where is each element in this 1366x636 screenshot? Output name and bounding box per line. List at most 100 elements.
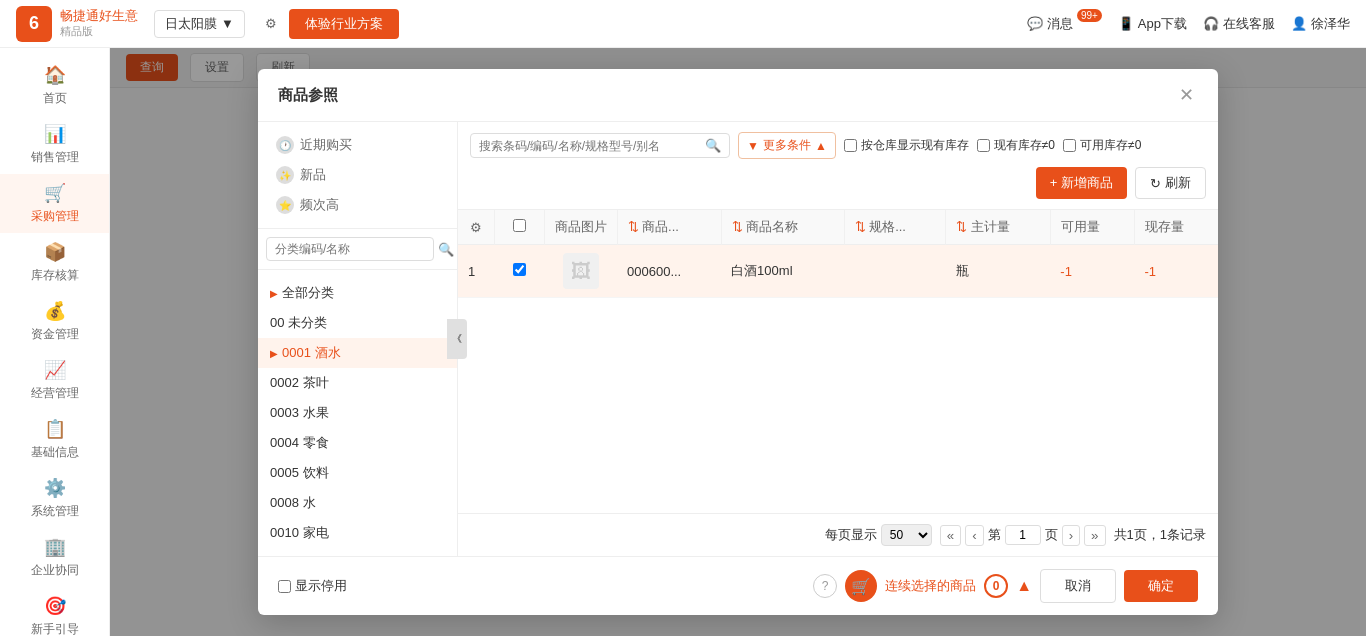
cart-count: 0 (984, 574, 1008, 598)
first-page-button[interactable]: « (940, 525, 961, 546)
sidebar-item-purchase[interactable]: 🛒采购管理 (0, 174, 109, 233)
sidebar-item-system[interactable]: ⚙️系统管理 (0, 469, 109, 528)
recent-tab-icon: 🕐 (276, 136, 294, 154)
sales-icon: 📊 (44, 123, 66, 145)
cancel-button[interactable]: 取消 (1040, 569, 1116, 603)
filter-up-icon: ▲ (815, 139, 827, 153)
online-service-item[interactable]: 🎧 在线客服 (1203, 15, 1275, 33)
modal-close-button[interactable]: ✕ (1174, 83, 1198, 107)
current-stock-checkbox[interactable]: 现有库存≠0 (977, 137, 1055, 154)
row-checkbox-0[interactable] (513, 263, 526, 276)
category-item-all[interactable]: ▶全部分类 (258, 278, 457, 308)
prev-page-button[interactable]: ‹ (965, 525, 983, 546)
sidebar-label-sales: 销售管理 (31, 149, 79, 166)
app-download-item[interactable]: 📱 App下载 (1118, 15, 1187, 33)
nav-right: 💬 消息 99+ 📱 App下载 🎧 在线客服 👤 徐泽华 (1027, 15, 1350, 33)
sidebar-item-finance[interactable]: 💰 资金管理 (0, 292, 109, 351)
add-product-button[interactable]: + 新增商品 (1036, 167, 1127, 199)
recent-tab-label: 近期购买 (300, 136, 352, 154)
category-label-00: 00 未分类 (270, 314, 327, 332)
category-item-0010[interactable]: 0010 家电 (258, 518, 457, 548)
sort-unit-icon: ⇅ (956, 219, 967, 234)
page-number-input[interactable] (1005, 525, 1041, 545)
select-all-checkbox[interactable] (513, 219, 526, 232)
sidebar-item-sales[interactable]: 📊 销售管理 (0, 115, 109, 174)
category-item-0002[interactable]: 0002 茶叶 (258, 368, 457, 398)
category-item-00[interactable]: 00 未分类 (258, 308, 457, 338)
modal-title: 商品参照 (278, 86, 338, 105)
product-search-icon[interactable]: 🔍 (705, 138, 721, 153)
page-label2: 页 (1045, 526, 1058, 544)
th-unit[interactable]: ⇅ 主计量 (946, 210, 1051, 245)
th-spec[interactable]: ⇅ 规格... (844, 210, 946, 245)
category-item-0005[interactable]: 0005 饮料 (258, 458, 457, 488)
store-selector[interactable]: 日太阳膜 ▼ (154, 10, 245, 38)
last-page-button[interactable]: » (1084, 525, 1105, 546)
modal-left-tab-recent[interactable]: 🕐 近期购买 (266, 130, 449, 160)
settings-icon[interactable]: ⚙ (253, 6, 289, 42)
category-arrow-0001: ▶ (270, 348, 278, 359)
sidebar-item-guide[interactable]: 🎯新手引导 (0, 587, 109, 636)
phone-icon: 📱 (1118, 16, 1134, 31)
sidebar-item-base[interactable]: 📋基础信息 (0, 410, 109, 469)
category-search-icon[interactable]: 🔍 (438, 242, 454, 257)
show-disabled-checkbox[interactable]: 显示停用 (278, 577, 347, 595)
category-item-0008[interactable]: 0008 水 (258, 488, 457, 518)
home-icon: 🏠 (44, 64, 66, 86)
sort-spec-icon: ⇅ (855, 219, 866, 234)
table-row[interactable]: 1 🖼 000600... 白酒100ml 瓶 -1 -1 (458, 245, 1218, 298)
category-label-0004: 0004 零食 (270, 434, 329, 452)
category-tree: ▶全部分类 00 未分类 ▶ 0001 酒水 0002 茶叶 0003 水果 0004 零食… (258, 270, 457, 556)
available-stock-checkbox-input[interactable] (1063, 139, 1076, 152)
page-label: 第 (988, 526, 1001, 544)
category-item-0001[interactable]: ▶ 0001 酒水 (258, 338, 457, 368)
warehouse-checkbox-input[interactable] (844, 139, 857, 152)
table-header: ⚙ 商品图片 ⇅ 商品... ⇅ 商品名称 (458, 210, 1218, 245)
trial-button[interactable]: 体验行业方案 (289, 9, 399, 39)
category-item-0004[interactable]: 0004 零食 (258, 428, 457, 458)
sidebar-item-inventory[interactable]: 📦库存核算 (0, 233, 109, 292)
modal-header: 商品参照 ✕ (258, 69, 1218, 122)
available-stock-checkbox[interactable]: 可用库存≠0 (1063, 137, 1141, 154)
page-nav: « ‹ 第 页 › » (940, 525, 1106, 546)
refresh-button[interactable]: ↻ 刷新 (1135, 167, 1206, 199)
category-label-0002: 0002 茶叶 (270, 374, 329, 392)
sidebar-label-enterprise: 企业协同 (31, 562, 79, 579)
sidebar-label-finance: 资金管理 (31, 326, 79, 343)
warehouse-display-checkbox[interactable]: 按仓库显示现有库存 (844, 137, 969, 154)
category-label-0003: 0003 水果 (270, 404, 329, 422)
collapse-footer-button[interactable]: ▲ (1016, 577, 1032, 595)
messages-nav-item[interactable]: 💬 消息 99+ (1027, 15, 1102, 33)
next-page-button[interactable]: › (1062, 525, 1080, 546)
th-stock: 现存量 (1134, 210, 1218, 245)
current-stock-checkbox-input[interactable] (977, 139, 990, 152)
help-icon[interactable]: ? (813, 574, 837, 598)
per-page-select[interactable]: 50 10 20 100 (881, 524, 932, 546)
category-label-0010: 0010 家电 (270, 524, 329, 542)
modal-left-tab-new[interactable]: ✨新品 (266, 160, 449, 190)
sidebar-item-enterprise[interactable]: 🏢企业协同 (0, 528, 109, 587)
show-disabled-input[interactable] (278, 580, 291, 593)
confirm-button[interactable]: 确定 (1124, 570, 1198, 602)
sidebar-item-ops[interactable]: 📈经营管理 (0, 351, 109, 410)
filter-icon: ▼ (747, 139, 759, 153)
category-label-0001: 0001 酒水 (282, 344, 341, 362)
finance-icon: 💰 (44, 300, 66, 322)
ops-icon: 📈 (44, 359, 66, 381)
cart-icon[interactable]: 🛒 (845, 570, 877, 602)
th-code[interactable]: ⇅ 商品... (617, 210, 721, 245)
sidebar-item-home[interactable]: 🏠首页 (0, 56, 109, 115)
modal-toolbar: 🔍 ▼ 更多条件 ▲ 按仓库显示现有库存 (458, 122, 1218, 210)
frequent-tab-label: 频次高 (300, 196, 339, 214)
th-name[interactable]: ⇅ 商品名称 (721, 210, 844, 245)
category-search-input[interactable] (266, 237, 434, 261)
category-item-0003[interactable]: 0003 水果 (258, 398, 457, 428)
modal-left-tab-frequent[interactable]: ⭐频次高 (266, 190, 449, 220)
more-filter-button[interactable]: ▼ 更多条件 ▲ (738, 132, 836, 159)
th-setting[interactable]: ⚙ (458, 210, 494, 245)
top-nav: 6 畅捷通好生意 精品版 日太阳膜 ▼ ⚙ 体验行业方案 💬 消息 99+ 📱 … (0, 0, 1366, 48)
system-icon: ⚙️ (44, 477, 66, 499)
user-item[interactable]: 👤 徐泽华 (1291, 15, 1350, 33)
refresh-label: 刷新 (1165, 174, 1191, 192)
product-search-input[interactable] (479, 139, 701, 153)
